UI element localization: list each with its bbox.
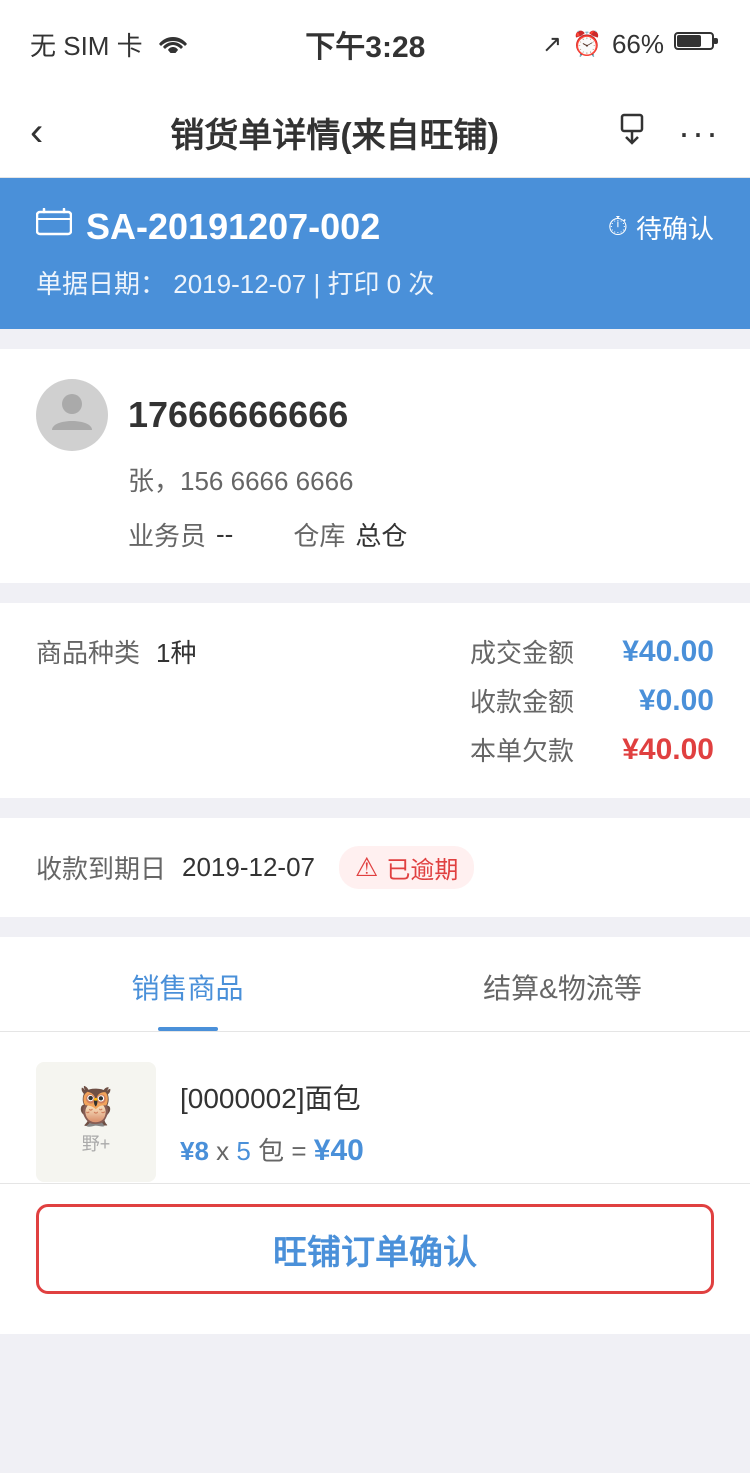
- tabs-row: 销售商品 结算&物流等: [0, 937, 750, 1032]
- product-total: ¥40: [314, 1134, 364, 1167]
- warehouse-item: 仓库 总仓: [293, 516, 407, 553]
- product-title: 面包: [305, 1083, 361, 1114]
- product-kind-item: 商品种类 1种: [36, 633, 196, 670]
- product-qty: 5: [236, 1136, 250, 1166]
- order-header-top: SA-20191207-002 ⏱ 待确认: [36, 206, 714, 248]
- status-right: ↗ ⏰ 66%: [542, 29, 720, 60]
- date-label: 单据日期：: [36, 269, 166, 299]
- due-date-label: 收款到期日: [36, 849, 166, 886]
- order-icon: [36, 208, 72, 246]
- product-info: [0000002]面包 ¥8 x 5 包 = ¥40: [180, 1077, 714, 1168]
- salesperson-item: 业务员 --: [128, 516, 233, 553]
- overdue-text: 已逾期: [386, 850, 458, 885]
- customer-phone: 17666666666: [128, 394, 348, 436]
- status-time: 下午3:28: [305, 22, 425, 66]
- tab-settlement-label: 结算&物流等: [483, 973, 642, 1004]
- product-name: [0000002]面包: [180, 1077, 714, 1117]
- battery-label: 66%: [612, 29, 664, 60]
- avatar-icon: [48, 386, 96, 445]
- bottom-bar: 旺铺订单确认: [0, 1183, 750, 1334]
- customer-meta: 业务员 -- 仓库 总仓: [36, 516, 714, 553]
- warehouse-label: 仓库: [293, 516, 345, 553]
- customer-top: 17666666666: [36, 379, 714, 451]
- overdue-icon: ⚠: [355, 852, 378, 883]
- battery-icon: [674, 29, 720, 60]
- overdue-badge: ⚠ 已逾期: [339, 846, 474, 889]
- nav-bar: ‹ 销货单详情(来自旺铺) ···: [0, 88, 750, 178]
- tab-settlement[interactable]: 结算&物流等: [375, 937, 750, 1031]
- alarm-icon: ⏰: [572, 30, 602, 59]
- salesperson-value: --: [216, 519, 233, 550]
- order-id-text: SA-20191207-002: [86, 206, 380, 248]
- multiply-sign: x: [216, 1136, 236, 1166]
- print-info: | 打印 0 次: [313, 269, 434, 299]
- more-button[interactable]: ···: [678, 112, 720, 154]
- summary-left: 商品种类 1种: [36, 633, 196, 670]
- summary-right: 成交金额 ¥40.00 收款金额 ¥0.00 本单欠款 ¥40.00: [470, 633, 714, 768]
- location-icon: ↗: [542, 30, 562, 59]
- customer-avatar: [36, 379, 108, 451]
- owl-text: 野+: [82, 1130, 111, 1156]
- status-bar: 无 SIM 卡 下午3:28 ↗ ⏰ 66%: [0, 0, 750, 88]
- product-unit-price: ¥8: [180, 1136, 209, 1166]
- tabs-section: 销售商品 结算&物流等 🦉 野+ [0000002]面包 ¥8 x 5: [0, 937, 750, 1213]
- payment-amount: ¥0.00: [594, 684, 714, 718]
- wifi-icon: [157, 29, 189, 60]
- product-code: [0000002]: [180, 1083, 305, 1114]
- summary-section: 商品种类 1种 成交金额 ¥40.00 收款金额 ¥0.00 本单欠款 ¥40.…: [0, 603, 750, 798]
- order-date: 2019-12-07: [173, 269, 306, 299]
- confirm-order-button[interactable]: 旺铺订单确认: [36, 1204, 714, 1294]
- warehouse-value: 总仓: [355, 516, 407, 553]
- tab-products-label: 销售商品: [131, 973, 243, 1004]
- payment-label: 收款金额: [470, 682, 574, 719]
- tab-products[interactable]: 销售商品: [0, 937, 375, 1031]
- transaction-amount-item: 成交金额 ¥40.00: [470, 633, 714, 670]
- transaction-amount: ¥40.00: [594, 635, 714, 669]
- status-left: 无 SIM 卡: [30, 26, 189, 63]
- due-date-section: 收款到期日 2019-12-07 ⚠ 已逾期: [0, 818, 750, 917]
- transaction-label: 成交金额: [470, 633, 574, 670]
- product-kind-label: 商品种类: [36, 633, 140, 670]
- share-button[interactable]: [616, 113, 648, 153]
- product-unit: 包: [258, 1136, 284, 1166]
- owed-amount: ¥40.00: [594, 733, 714, 767]
- order-date-row: 单据日期： 2019-12-07 | 打印 0 次: [36, 264, 714, 301]
- carrier-label: 无 SIM 卡: [30, 26, 143, 63]
- product-price-row: ¥8 x 5 包 = ¥40: [180, 1131, 714, 1168]
- nav-actions: ···: [616, 112, 720, 154]
- owed-label: 本单欠款: [470, 731, 574, 768]
- order-status-text: 待确认: [636, 209, 714, 246]
- customer-section: 17666666666 张，156 6666 6666 业务员 -- 仓库 总仓: [0, 349, 750, 583]
- product-kind-value: 1种: [156, 633, 196, 670]
- page-title: 销货单详情(来自旺铺): [170, 108, 499, 157]
- order-header-card: SA-20191207-002 ⏱ 待确认 单据日期： 2019-12-07 |…: [0, 178, 750, 329]
- status-clock-icon: ⏱: [608, 211, 628, 243]
- owed-amount-item: 本单欠款 ¥40.00: [470, 731, 714, 768]
- payment-amount-item: 收款金额 ¥0.00: [470, 682, 714, 719]
- customer-name: 张，156 6666 6666: [36, 461, 714, 498]
- product-thumb-inner: 🦉 野+: [72, 1088, 119, 1156]
- product-thumbnail: 🦉 野+: [36, 1062, 156, 1182]
- salesperson-label: 业务员: [128, 516, 206, 553]
- due-date-value: 2019-12-07: [182, 852, 315, 883]
- equals-sign: =: [291, 1136, 313, 1166]
- back-button[interactable]: ‹: [30, 100, 53, 165]
- owl-logo-icon: 🦉: [72, 1088, 119, 1126]
- order-id: SA-20191207-002: [36, 206, 380, 248]
- order-status-badge: ⏱ 待确认: [608, 209, 714, 246]
